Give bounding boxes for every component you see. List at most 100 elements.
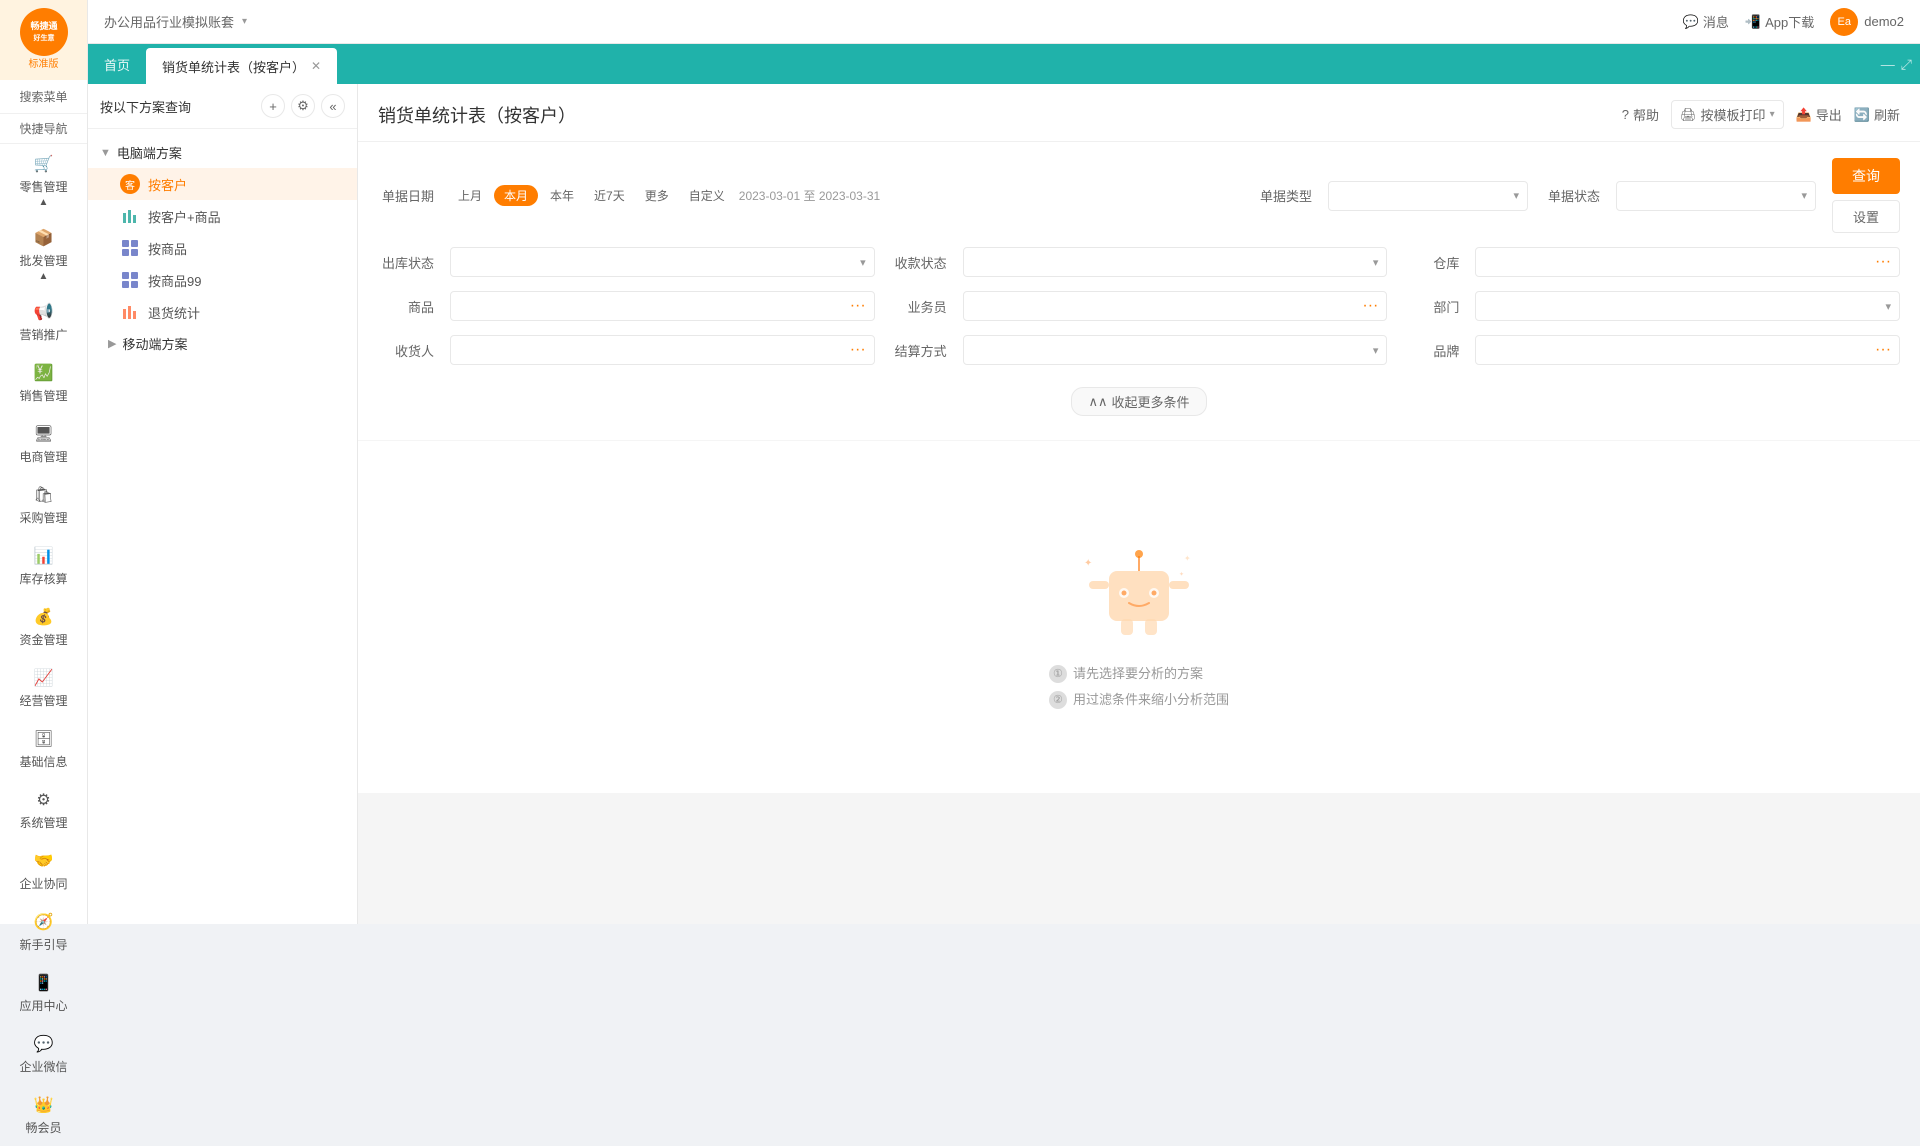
sidebar-item-label: 畅会员: [25, 1119, 61, 1136]
sidebar-item-label: 营销推广: [19, 326, 67, 343]
sidebar-item-wholesale[interactable]: 📦 批发管理 ▲: [0, 218, 87, 292]
message-label: 消息: [1703, 12, 1729, 31]
by-customer-goods-icon: [120, 206, 140, 226]
sidebar-item-guide[interactable]: 🧭 新手引导: [0, 902, 87, 963]
sidebar-item-label: 销售管理: [19, 387, 67, 404]
add-scheme-button[interactable]: +: [261, 94, 285, 118]
filter-row-3: 商品 ··· 业务员 ··· 部门 ▾: [378, 291, 1900, 321]
avatar: Ea: [1830, 8, 1858, 36]
sidebar-item-label: 新手引导: [19, 936, 67, 953]
template-print-action[interactable]: 🖨 按模板打印 ▾: [1671, 100, 1784, 129]
order-status-label: 单据状态: [1544, 186, 1600, 205]
sidebar-item-member[interactable]: 👑 畅会员: [0, 1085, 87, 1146]
date-tab-7days[interactable]: 近7天: [586, 184, 633, 207]
sidebar-item-finance[interactable]: 💰 资金管理: [0, 597, 87, 658]
tab-sales-stat[interactable]: 销货单统计表（按客户） ✕: [146, 48, 337, 84]
settlement-select[interactable]: ▾: [963, 335, 1388, 365]
main-area: 办公用品行业模拟账套 ▾ 💬 消息 📲 App下载 Ea demo2 首页: [88, 0, 1920, 924]
tree-item-by-goods[interactable]: 按商品: [88, 232, 357, 264]
sidebar-item-retail[interactable]: 🛒 零售管理 ▲: [0, 144, 87, 218]
sidebar-item-ecommerce[interactable]: 🖥 电商管理: [0, 414, 87, 475]
help-action[interactable]: ? 帮助: [1622, 105, 1659, 124]
department-select[interactable]: ▾: [1475, 291, 1900, 321]
collapse-panel-button[interactable]: «: [321, 94, 345, 118]
order-status-dropdown-icon: ▾: [1801, 189, 1807, 202]
tree-item-return-stat[interactable]: 退货统计: [88, 296, 357, 328]
goods-label: 商品: [378, 297, 434, 316]
user-profile[interactable]: Ea demo2: [1830, 8, 1904, 36]
order-status-select[interactable]: ▾: [1616, 181, 1816, 211]
finance-icon: 💰: [34, 607, 54, 627]
tree-group-mobile-label: 移动端方案: [122, 334, 187, 353]
template-print-dropdown-icon[interactable]: ▾: [1770, 109, 1775, 120]
tab-close-icon[interactable]: ✕: [311, 59, 321, 73]
sidebar-item-marketing[interactable]: 📢 营销推广: [0, 292, 87, 353]
sidebar-item-system[interactable]: ⚙ 系统管理: [0, 780, 87, 841]
sidebar-item-sales[interactable]: 💹 销售管理: [0, 353, 87, 414]
by-customer-icon: 客: [120, 174, 140, 194]
warehouse-select[interactable]: ···: [1475, 247, 1900, 277]
tab-minimize-icon[interactable]: —: [1881, 56, 1895, 73]
receiver-select[interactable]: ···: [450, 335, 875, 365]
payment-status-label: 收款状态: [891, 253, 947, 272]
brand-select[interactable]: ···: [1475, 335, 1900, 365]
tree-item-by-customer[interactable]: 客 按客户: [88, 168, 357, 200]
settings-button[interactable]: 设置: [1832, 200, 1900, 233]
sidebar-item-purchase[interactable]: 🛍 采购管理: [0, 475, 87, 536]
sidebar-item-label: 系统管理: [19, 814, 67, 831]
sidebar-search[interactable]: 搜索菜单: [0, 80, 87, 114]
app-title-dropdown-icon[interactable]: ▾: [242, 16, 247, 27]
date-tab-this-month[interactable]: 本月: [494, 185, 538, 206]
receiver-label: 收货人: [378, 341, 434, 360]
date-tab-more[interactable]: 更多: [637, 184, 677, 207]
left-panel-actions: + ⚙ «: [261, 94, 345, 118]
query-button[interactable]: 查询: [1832, 158, 1900, 194]
sidebar-item-operation[interactable]: 📈 经营管理: [0, 658, 87, 719]
sidebar-item-basic[interactable]: 🗄 基础信息: [0, 719, 87, 780]
export-action[interactable]: 📤 导出: [1796, 105, 1842, 124]
tab-maximize-icon[interactable]: ⤢: [1901, 56, 1912, 73]
tree-item-by-customer-goods[interactable]: 按客户+商品: [88, 200, 357, 232]
tree-group-desktop: ▼ 电脑端方案 客 按客户 按客户+商品: [88, 137, 357, 328]
sidebar: 畅捷通 好生意 标准版 搜索菜单 快捷导航 🛒 零售管理 ▲ 📦 批发管理 ▲ …: [0, 0, 88, 924]
right-content-area: 销货单统计表（按客户） ? 帮助 🖨 按模板打印 ▾ 📤: [358, 84, 1920, 924]
goods-select[interactable]: ···: [450, 291, 875, 321]
date-tab-last-month[interactable]: 上月: [450, 184, 490, 207]
order-type-select[interactable]: ▾: [1328, 181, 1528, 211]
svg-text:畅捷通: 畅捷通: [30, 20, 57, 31]
salesperson-label: 业务员: [891, 297, 947, 316]
refresh-action[interactable]: 🔄 刷新: [1854, 105, 1900, 124]
export-label: 导出: [1816, 105, 1842, 124]
sidebar-quick-nav[interactable]: 快捷导航: [0, 114, 87, 144]
date-tab-this-year[interactable]: 本年: [542, 184, 582, 207]
sidebar-item-enterprise[interactable]: 🤝 企业协同: [0, 841, 87, 902]
sidebar-item-wechat[interactable]: 💬 企业微信: [0, 1024, 87, 1085]
sidebar-item-label: 企业微信: [19, 1058, 67, 1075]
receiver-dots[interactable]: ···: [850, 341, 866, 359]
tree-mobile-expand-icon: ▶: [108, 337, 116, 350]
salesperson-dots[interactable]: ···: [1362, 297, 1378, 315]
delivery-status-select[interactable]: ▾: [450, 247, 875, 277]
payment-status-select[interactable]: ▾: [963, 247, 1388, 277]
tip-num-1: ①: [1049, 665, 1067, 683]
sidebar-item-inventory[interactable]: 📊 库存核算: [0, 536, 87, 597]
collapse-button[interactable]: ∧∧ 收起更多条件: [1071, 387, 1206, 416]
tab-sales-stat-label: 销货单统计表（按客户）: [162, 57, 305, 76]
app-download-action[interactable]: 📲 App下载: [1745, 12, 1814, 31]
tree-group-mobile-header[interactable]: ▶ 移动端方案: [88, 328, 357, 359]
date-tab-custom[interactable]: 自定义: [681, 184, 733, 207]
inventory-icon: 📊: [34, 546, 54, 566]
brand-dots[interactable]: ···: [1875, 341, 1891, 359]
sidebar-item-appcenter[interactable]: 📱 应用中心: [0, 963, 87, 1024]
tree-item-by-goods-label: 按商品: [148, 239, 187, 258]
message-action[interactable]: 💬 消息: [1683, 12, 1729, 31]
tree-item-by-goods-99[interactable]: 按商品99: [88, 264, 357, 296]
salesperson-select[interactable]: ···: [963, 291, 1388, 321]
goods-dots[interactable]: ···: [850, 297, 866, 315]
tree-group-desktop-header[interactable]: ▼ 电脑端方案: [88, 137, 357, 168]
sidebar-logo-text: 标准版: [29, 58, 59, 72]
tab-home[interactable]: 首页: [88, 44, 146, 84]
warehouse-dots[interactable]: ···: [1875, 253, 1891, 271]
department-value: [1484, 297, 1497, 316]
settings-scheme-button[interactable]: ⚙: [291, 94, 315, 118]
